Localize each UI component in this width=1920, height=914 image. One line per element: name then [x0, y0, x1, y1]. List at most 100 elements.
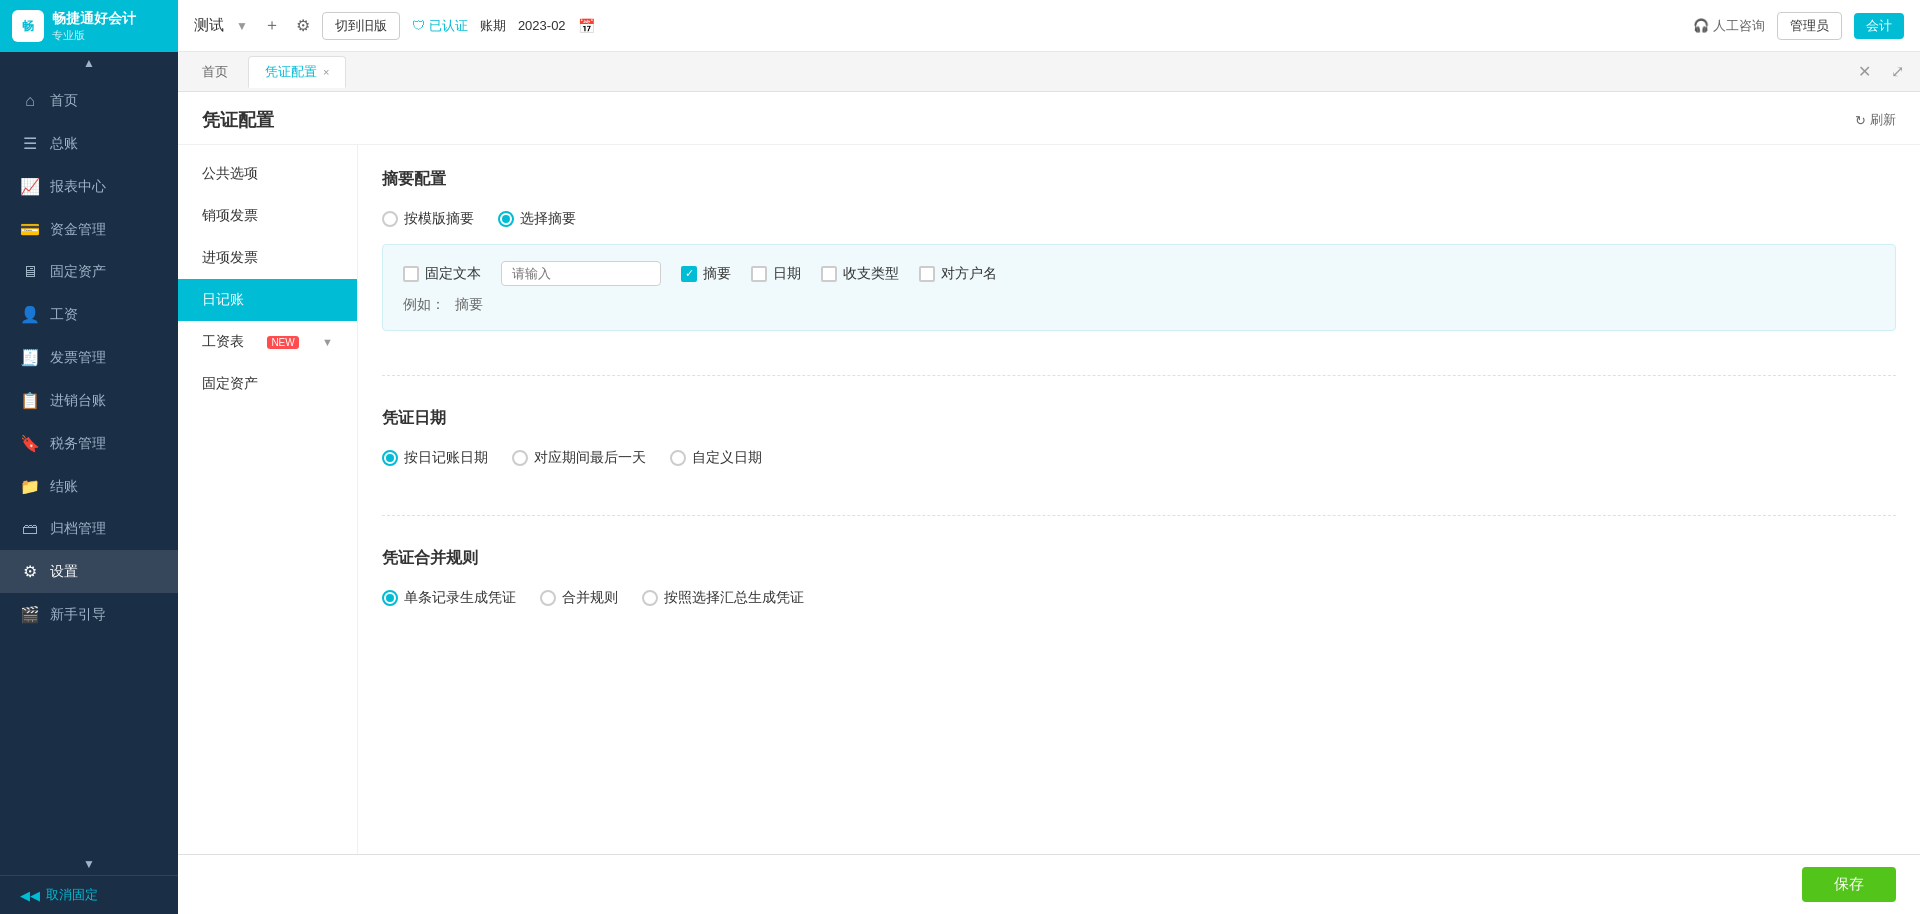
- section-merge: 凭证合并规则 单条记录生成凭证 合并规则 按照选择汇总生成凭证: [382, 548, 1896, 655]
- arrow-down-icon: ▼: [322, 336, 333, 348]
- tab-close-btn[interactable]: ×: [323, 66, 329, 78]
- radio-select[interactable]: 选择摘要: [498, 210, 576, 228]
- save-btn[interactable]: 保存: [1802, 867, 1896, 902]
- left-nav-label: 销项发票: [202, 207, 258, 225]
- cancel-fixed-btn[interactable]: ◀◀ 取消固定: [0, 875, 178, 914]
- radio-journal-date-circle: [382, 450, 398, 466]
- radio-template-circle: [382, 211, 398, 227]
- topbar-period-prefix: 账期: [480, 17, 506, 35]
- radio-custom-date[interactable]: 自定义日期: [670, 449, 762, 467]
- sidebar: 畅 畅捷通好会计 专业版 ▲ ⌂ 首页 ☰ 总账 📈 报表中心 💳 资金管理 🖥…: [0, 0, 178, 914]
- main-area: 测试 ▼ ＋ ⚙ 切到旧版 🛡 已认证 账期 2023-02 📅 🎧 人工咨询 …: [178, 0, 1920, 914]
- left-nav-item-sales[interactable]: 销项发票: [178, 195, 357, 237]
- radio-select-merge[interactable]: 按照选择汇总生成凭证: [642, 589, 804, 607]
- section-date: 凭证日期 按日记账日期 对应期间最后一天 自定义日期: [382, 408, 1896, 516]
- radio-custom-date-circle: [670, 450, 686, 466]
- sidebar-item-label: 固定资产: [50, 263, 106, 281]
- tab-voucher-config[interactable]: 凭证配置 ×: [248, 56, 346, 88]
- logo-icon: 畅: [12, 10, 44, 42]
- calendar-icon[interactable]: 📅: [578, 18, 595, 34]
- radio-single[interactable]: 单条记录生成凭证: [382, 589, 516, 607]
- checkbox-pay-type-box: [821, 266, 837, 282]
- ledger-icon: ☰: [20, 134, 40, 153]
- scroll-down-indicator[interactable]: ▼: [0, 853, 178, 875]
- new-badge: NEW: [267, 336, 298, 349]
- left-nav-label: 公共选项: [202, 165, 258, 183]
- sidebar-item-report[interactable]: 📈 报表中心: [0, 165, 178, 208]
- left-nav-item-fixed-asset[interactable]: 固定资产: [178, 363, 357, 405]
- left-nav-label: 固定资产: [202, 375, 258, 393]
- sidebar-item-capital[interactable]: 💳 资金管理: [0, 208, 178, 251]
- sidebar-item-tax[interactable]: 🔖 税务管理: [0, 422, 178, 465]
- sidebar-item-fixed[interactable]: 🖥 固定资产: [0, 251, 178, 293]
- radio-select-label: 选择摘要: [520, 210, 576, 228]
- sidebar-item-closing[interactable]: 📁 结账: [0, 465, 178, 508]
- page-title-bar: 凭证配置 ↻ 刷新: [178, 92, 1920, 145]
- topbar-dropdown-icon[interactable]: ▼: [236, 19, 248, 33]
- user-btn[interactable]: 管理员: [1777, 12, 1842, 40]
- summary-options-box: 固定文本 ✓ 摘要 日期: [382, 244, 1896, 331]
- checkbox-date-label: 日期: [773, 265, 801, 283]
- sidebar-item-archive[interactable]: 🗃 归档管理: [0, 508, 178, 550]
- sidebar-item-invoice[interactable]: 🧾 发票管理: [0, 336, 178, 379]
- radio-period-last-label: 对应期间最后一天: [534, 449, 646, 467]
- checkbox-abstract-label: 摘要: [703, 265, 731, 283]
- date-radio-group: 按日记账日期 对应期间最后一天 自定义日期: [382, 449, 1896, 467]
- checkbox-fixed-text-label: 固定文本: [425, 265, 481, 283]
- radio-merge-rule-circle: [540, 590, 556, 606]
- left-nav-item-payroll-sheet[interactable]: 工资表 NEW ▼: [178, 321, 357, 363]
- radio-template[interactable]: 按模版摘要: [382, 210, 474, 228]
- refresh-btn[interactable]: ↻ 刷新: [1855, 111, 1896, 129]
- sidebar-item-trade[interactable]: 📋 进销台账: [0, 379, 178, 422]
- checkbox-counterparty[interactable]: 对方户名: [919, 265, 997, 283]
- left-nav-item-public[interactable]: 公共选项: [178, 153, 357, 195]
- left-nav-label: 日记账: [202, 291, 244, 309]
- topbar-certified: 🛡 已认证: [412, 17, 468, 35]
- sidebar-item-ledger[interactable]: ☰ 总账: [0, 122, 178, 165]
- radio-select-circle: [498, 211, 514, 227]
- tab-expand-btn[interactable]: ⤢: [1883, 58, 1912, 85]
- switch-version-btn[interactable]: 切到旧版: [322, 12, 400, 40]
- topbar-add-btn[interactable]: ＋: [260, 11, 284, 40]
- sidebar-item-payroll[interactable]: 👤 工资: [0, 293, 178, 336]
- radio-merge-rule[interactable]: 合并规则: [540, 589, 618, 607]
- consult-btn[interactable]: 🎧 人工咨询: [1693, 17, 1765, 35]
- checkbox-pay-type[interactable]: 收支类型: [821, 265, 899, 283]
- fixed-text-input[interactable]: [501, 261, 661, 286]
- radio-template-label: 按模版摘要: [404, 210, 474, 228]
- cancel-fixed-label: 取消固定: [46, 886, 98, 904]
- payroll-icon: 👤: [20, 305, 40, 324]
- radio-period-last[interactable]: 对应期间最后一天: [512, 449, 646, 467]
- role-btn[interactable]: 会计: [1854, 13, 1904, 39]
- left-nav-item-journal[interactable]: 日记账: [178, 279, 357, 321]
- example-text: 例如： 摘要: [403, 296, 1875, 314]
- checkbox-counterparty-label: 对方户名: [941, 265, 997, 283]
- guide-icon: 🎬: [20, 605, 40, 624]
- tab-close-window-btn[interactable]: ✕: [1850, 58, 1879, 85]
- refresh-icon: ↻: [1855, 113, 1866, 128]
- topbar-project: 测试: [194, 16, 224, 35]
- summary-radio-group: 按模版摘要 选择摘要: [382, 210, 1896, 228]
- content-layout: 公共选项 销项发票 进项发票 日记账 工资表 NEW ▼ 固定资产: [178, 145, 1920, 854]
- checkbox-date[interactable]: 日期: [751, 265, 801, 283]
- tab-home[interactable]: 首页: [186, 57, 244, 87]
- section-merge-title: 凭证合并规则: [382, 548, 1896, 569]
- sidebar-item-settings[interactable]: ⚙ 设置: [0, 550, 178, 593]
- capital-icon: 💳: [20, 220, 40, 239]
- left-nav-item-purchase[interactable]: 进项发票: [178, 237, 357, 279]
- closing-icon: 📁: [20, 477, 40, 496]
- topbar-gear-btn[interactable]: ⚙: [296, 16, 310, 35]
- sidebar-item-home[interactable]: ⌂ 首页: [0, 80, 178, 122]
- checkbox-fixed-text[interactable]: 固定文本: [403, 265, 481, 283]
- checkbox-fixed-text-box: [403, 266, 419, 282]
- checkbox-abstract-box: ✓: [681, 266, 697, 282]
- logo-subtitle: 专业版: [52, 28, 136, 43]
- page-content: 凭证配置 ↻ 刷新 公共选项 销项发票 进项发票 日记账: [178, 92, 1920, 914]
- radio-journal-date[interactable]: 按日记账日期: [382, 449, 488, 467]
- sidebar-item-label: 税务管理: [50, 435, 106, 453]
- checkbox-date-box: [751, 266, 767, 282]
- scroll-up-indicator[interactable]: ▲: [0, 52, 178, 74]
- sidebar-item-label: 资金管理: [50, 221, 106, 239]
- sidebar-item-guide[interactable]: 🎬 新手引导: [0, 593, 178, 636]
- checkbox-abstract[interactable]: ✓ 摘要: [681, 265, 731, 283]
